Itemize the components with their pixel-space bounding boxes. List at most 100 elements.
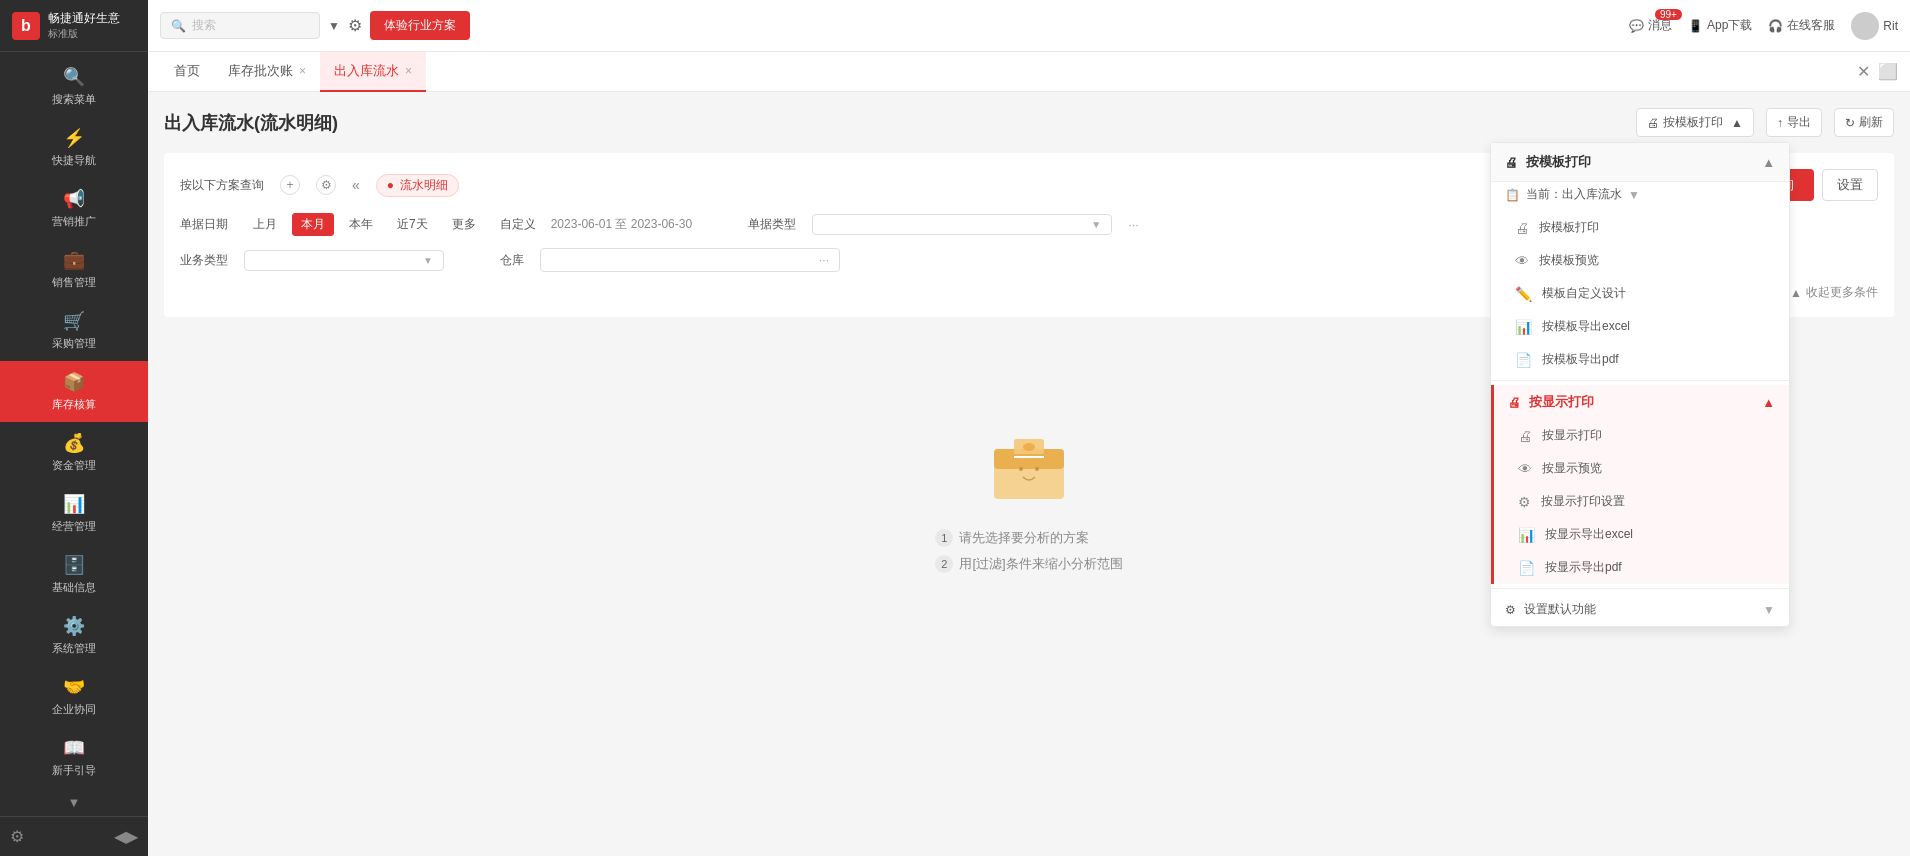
date-label: 单据日期 xyxy=(180,216,228,233)
tab-home[interactable]: 首页 xyxy=(160,52,214,92)
sidebar-item-system[interactable]: ⚙️ 系统管理 xyxy=(0,605,148,666)
display-pdf-label: 按显示导出pdf xyxy=(1545,559,1622,576)
refresh-button[interactable]: ↻ 刷新 xyxy=(1834,108,1894,137)
main-content: 🔍 搜索 ▼ ⚙ 体验行业方案 💬 消息 99+ 📱 App下载 🎧 xyxy=(148,0,1910,856)
service-icon: 🎧 xyxy=(1768,19,1783,33)
date-btn-last-7-days[interactable]: 近7天 xyxy=(388,213,437,236)
current-arrow[interactable]: ▼ xyxy=(1628,188,1640,202)
tab-batch-account-close[interactable]: × xyxy=(299,64,306,78)
sidebar-item-basic[interactable]: 🗄️ 基础信息 xyxy=(0,544,148,605)
export-icon: ↑ xyxy=(1777,116,1783,130)
warehouse-more-icon[interactable]: ··· xyxy=(819,253,829,267)
settings-button[interactable]: 设置 xyxy=(1822,169,1878,201)
user-name: Rit xyxy=(1883,19,1898,33)
sidebar-item-guide[interactable]: 📖 新手引导 xyxy=(0,727,148,788)
svg-point-6 xyxy=(1035,467,1039,471)
sidebar-item-quick-nav[interactable]: ⚡ 快捷导航 xyxy=(0,117,148,178)
date-btn-current-month[interactable]: 本月 xyxy=(292,213,334,236)
filter-config-button[interactable]: ⚙ xyxy=(316,175,336,195)
download-icon: 📱 xyxy=(1688,19,1703,33)
doc-type-select[interactable]: ▼ xyxy=(812,214,1112,235)
display-excel-item[interactable]: 📊 按显示导出excel xyxy=(1494,518,1789,551)
date-btn-last-month[interactable]: 上月 xyxy=(244,213,286,236)
tab-maximize-icon[interactable]: ⬜ xyxy=(1878,62,1898,81)
topbar-search-box[interactable]: 🔍 搜索 xyxy=(160,12,320,39)
date-btn-custom[interactable]: 自定义 xyxy=(491,213,545,236)
template-excel-icon: 📊 xyxy=(1515,319,1532,335)
template-print-label: 按模板打印 xyxy=(1539,219,1599,236)
tip-num-2: 2 xyxy=(935,555,953,573)
business-type-arrow: ▼ xyxy=(423,255,433,266)
print-dropdown-header: 🖨 按模板打印 ▲ xyxy=(1491,143,1789,182)
display-print-label: 按显示打印 xyxy=(1542,427,1602,444)
tag-icon: ● xyxy=(387,178,394,192)
business-type-select[interactable]: ▼ xyxy=(244,250,444,271)
sidebar-scroll-down[interactable]: ▼ xyxy=(0,789,148,816)
doc-type-more-icon[interactable]: ··· xyxy=(1128,217,1139,232)
filter-tag-detail[interactable]: ● 流水明细 xyxy=(376,174,459,197)
app-download-button[interactable]: 📱 App下载 xyxy=(1688,17,1752,34)
sidebar-item-marketing[interactable]: 📢 营销推广 xyxy=(0,178,148,239)
print-header-arrow[interactable]: ▲ xyxy=(1762,155,1775,170)
page-title: 出入库流水(流水明细) xyxy=(164,111,338,135)
display-pdf-item[interactable]: 📄 按显示导出pdf xyxy=(1494,551,1789,584)
sidebar-item-label: 营销推广 xyxy=(52,214,96,229)
app-name: 畅捷通好生意 xyxy=(48,10,120,27)
print-template-custom-item[interactable]: ✏️ 模板自定义设计 xyxy=(1491,277,1789,310)
print-divider-2 xyxy=(1491,588,1789,589)
display-preview-item[interactable]: 👁 按显示预览 xyxy=(1494,452,1789,485)
basic-icon: 🗄️ xyxy=(63,554,85,576)
user-profile[interactable]: Rit xyxy=(1851,12,1898,40)
tab-close-all-icon[interactable]: ✕ xyxy=(1857,62,1870,81)
topbar-dropdown-chevron[interactable]: ▼ xyxy=(328,19,340,33)
topbar-gear-icon[interactable]: ⚙ xyxy=(348,16,362,35)
refresh-icon: ↻ xyxy=(1845,116,1855,130)
sidebar-footer: ⚙ ◀▶ xyxy=(0,816,148,856)
template-print-icon: 🖨 xyxy=(1515,220,1529,236)
display-pdf-icon: 📄 xyxy=(1518,560,1535,576)
sidebar-item-collab[interactable]: 🤝 企业协同 xyxy=(0,666,148,727)
tip-text-1: 请先选择要分析的方案 xyxy=(959,529,1089,547)
doc-type-label: 单据类型 xyxy=(748,216,796,233)
sidebar-item-inventory[interactable]: 📦 库存核算 xyxy=(0,361,148,422)
print-template-print-item[interactable]: 🖨 按模板打印 xyxy=(1491,211,1789,244)
date-btn-more[interactable]: 更多 xyxy=(443,213,485,236)
online-service-button[interactable]: 🎧 在线客服 xyxy=(1768,17,1835,34)
filter-collapse-left[interactable]: « xyxy=(352,177,360,193)
set-default-function[interactable]: ⚙ 设置默认功能 ▼ xyxy=(1491,593,1789,626)
finance-icon: 💰 xyxy=(63,432,85,454)
tab-batch-account[interactable]: 库存批次账 × xyxy=(214,52,320,92)
sidebar-item-finance[interactable]: 💰 资金管理 xyxy=(0,422,148,483)
print-dropdown-arrow[interactable]: ▲ xyxy=(1731,116,1743,130)
print-template-label: 按模板打印 xyxy=(1663,114,1723,131)
display-print-item[interactable]: 🖨 按显示打印 xyxy=(1494,419,1789,452)
message-button[interactable]: 💬 消息 99+ xyxy=(1629,17,1672,34)
settings-icon[interactable]: ⚙ xyxy=(10,827,24,846)
tab-expand-controls: ✕ ⬜ xyxy=(1857,62,1898,81)
display-section-arrow[interactable]: ▲ xyxy=(1762,395,1775,410)
export-button[interactable]: ↑ 导出 xyxy=(1766,108,1822,137)
marketing-icon: 📢 xyxy=(63,188,85,210)
sidebar-item-operations[interactable]: 📊 经营管理 xyxy=(0,483,148,544)
industry-solution-button[interactable]: 体验行业方案 xyxy=(370,11,470,40)
tab-batch-account-label: 库存批次账 xyxy=(228,62,293,80)
default-func-icon: ⚙ xyxy=(1505,603,1516,617)
display-settings-item[interactable]: ⚙ 按显示打印设置 xyxy=(1494,485,1789,518)
sidebar-item-sales[interactable]: 💼 销售管理 xyxy=(0,239,148,300)
filter-add-button[interactable]: + xyxy=(280,175,300,195)
print-template-preview-item[interactable]: 👁 按模板预览 xyxy=(1491,244,1789,277)
print-template-excel-item[interactable]: 📊 按模板导出excel xyxy=(1491,310,1789,343)
date-btn-current-year[interactable]: 本年 xyxy=(340,213,382,236)
doc-type-arrow: ▼ xyxy=(1091,219,1101,230)
sidebar-item-label: 库存核算 xyxy=(52,397,96,412)
print-template-pdf-item[interactable]: 📄 按模板导出pdf xyxy=(1491,343,1789,376)
header-right: 🖨 按模板打印 ▲ ↑ 导出 ↻ 刷新 xyxy=(1636,108,1894,137)
collapse-sidebar-icon[interactable]: ◀▶ xyxy=(114,827,138,846)
sidebar-item-search[interactable]: 🔍 搜索菜单 xyxy=(0,56,148,117)
tab-stock-flow[interactable]: 出入库流水 × xyxy=(320,52,426,92)
warehouse-select[interactable]: ··· xyxy=(540,248,840,272)
sidebar-item-purchase[interactable]: 🛒 采购管理 xyxy=(0,300,148,361)
warehouse-label: 仓库 xyxy=(500,252,524,269)
print-template-button[interactable]: 🖨 按模板打印 ▲ xyxy=(1636,108,1754,137)
tab-stock-flow-close[interactable]: × xyxy=(405,64,412,78)
